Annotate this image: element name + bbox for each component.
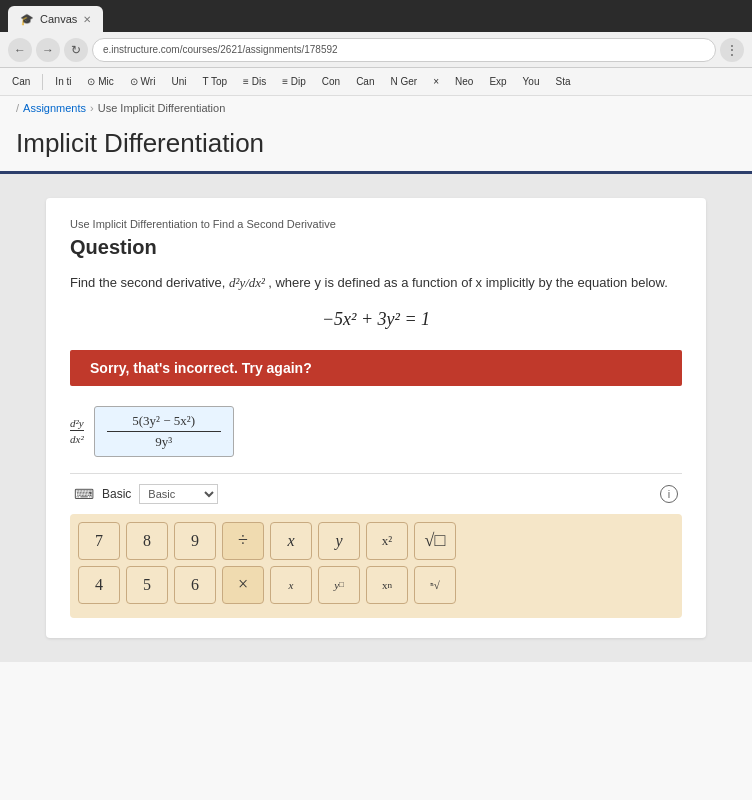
keyboard-type-dropdown[interactable]: Basic Advanced <box>139 484 218 504</box>
extensions-button[interactable]: ⋮ <box>720 38 744 62</box>
bookmark-sta[interactable]: Sta <box>551 74 574 89</box>
separator-1 <box>42 74 43 90</box>
keyboard-row-2: 4 5 6 × x y□ xn ⁿ√ <box>78 566 674 604</box>
key-7[interactable]: 7 <box>78 522 120 560</box>
bookmark-can2[interactable]: Can <box>352 74 378 89</box>
info-icon[interactable]: i <box>660 485 678 503</box>
key-5[interactable]: 5 <box>126 566 168 604</box>
tab-close-icon[interactable]: ✕ <box>83 14 91 25</box>
breadcrumb-sep-1: › <box>90 102 94 114</box>
bookmark-wri[interactable]: ⊙ Wri <box>126 74 160 89</box>
address-bar[interactable]: e.instructure.com/courses/2621/assignmen… <box>92 38 716 62</box>
key-9[interactable]: 9 <box>174 522 216 560</box>
math-keyboard: 7 8 9 ÷ x y x² √□ 4 5 6 × x <box>70 514 682 618</box>
equation-text: −5x² + 3y² = 1 <box>322 309 430 329</box>
instruction-text: Find the second derivative, <box>70 275 225 290</box>
bookmark-neo[interactable]: Neo <box>451 74 477 89</box>
content-card: Use Implicit Differentiation to Find a S… <box>46 198 706 638</box>
key-y-sub[interactable]: y□ <box>318 566 360 604</box>
bookmarks-bar: Can In ti ⊙ Mic ⊙ Wri Uni T Top ≡ Dis ≡ … <box>0 68 752 96</box>
tab-favicon: 🎓 <box>20 13 34 26</box>
error-message: Sorry, that's incorrect. Try again? <box>90 360 312 376</box>
main-content: Use Implicit Differentiation to Find a S… <box>0 174 752 662</box>
question-instruction: Find the second derivative, d²y/dx² , wh… <box>70 273 682 293</box>
key-nthroot[interactable]: ⁿ√ <box>414 566 456 604</box>
key-4[interactable]: 4 <box>78 566 120 604</box>
key-y[interactable]: y <box>318 522 360 560</box>
keyboard-selector: ⌨ Basic Basic Advanced i <box>70 484 682 504</box>
bookmark-can[interactable]: Can <box>8 74 34 89</box>
breadcrumb-assignments-link[interactable]: Assignments <box>23 102 86 114</box>
answer-numerator: 5(3y² − 5x²) <box>132 413 195 428</box>
bookmark-inti[interactable]: In ti <box>51 74 75 89</box>
back-button[interactable]: ← <box>8 38 32 62</box>
page-title-area: Implicit Differentiation <box>0 120 752 174</box>
derivative-notation-inline: d²y/dx² <box>229 275 268 290</box>
error-banner: Sorry, that's incorrect. Try again? <box>70 350 682 386</box>
keyboard-row-1: 7 8 9 ÷ x y x² √□ <box>78 522 674 560</box>
key-x-sub[interactable]: x <box>270 566 312 604</box>
forward-button[interactable]: → <box>36 38 60 62</box>
answer-area: d²y dx² 5(3y² − 5x²) 9y³ <box>70 406 682 457</box>
answer-input-box[interactable]: 5(3y² − 5x²) 9y³ <box>94 406 234 457</box>
key-x-squared[interactable]: x² <box>366 522 408 560</box>
key-sqrt[interactable]: √□ <box>414 522 456 560</box>
key-x[interactable]: x <box>270 522 312 560</box>
reload-button[interactable]: ↻ <box>64 38 88 62</box>
bookmark-exp[interactable]: Exp <box>485 74 510 89</box>
page-content: / Assignments › Use Implicit Differentia… <box>0 96 752 800</box>
bookmark-dip[interactable]: ≡ Dip <box>278 74 310 89</box>
key-divide[interactable]: ÷ <box>222 522 264 560</box>
math-equation: −5x² + 3y² = 1 <box>70 309 682 330</box>
keyboard-label: Basic <box>102 487 131 501</box>
bookmark-dis[interactable]: ≡ Dis <box>239 74 270 89</box>
key-8[interactable]: 8 <box>126 522 168 560</box>
question-section-label: Use Implicit Differentiation to Find a S… <box>70 218 682 230</box>
tab-bar: 🎓 Canvas ✕ <box>0 0 752 32</box>
url-text: e.instructure.com/courses/2621/assignmen… <box>103 44 338 55</box>
key-6[interactable]: 6 <box>174 566 216 604</box>
key-times[interactable]: × <box>222 566 264 604</box>
tab-label: Canvas <box>40 13 77 25</box>
bookmark-top[interactable]: T Top <box>198 74 231 89</box>
instruction-continuation: , where y is defined as a function of x … <box>268 275 668 290</box>
keyboard-icon: ⌨ <box>74 486 94 502</box>
key-x-n[interactable]: xn <box>366 566 408 604</box>
breadcrumb: / Assignments › Use Implicit Differentia… <box>0 96 752 120</box>
answer-math-display: 5(3y² − 5x²) 9y³ <box>107 413 221 450</box>
answer-denominator: 9y³ <box>155 434 172 449</box>
keyboard-area: ⌨ Basic Basic Advanced i 7 8 9 <box>70 473 682 618</box>
bookmark-ger[interactable]: N Ger <box>387 74 422 89</box>
breadcrumb-home-icon: / <box>16 102 19 114</box>
bookmark-x[interactable]: × <box>429 74 443 89</box>
active-tab[interactable]: 🎓 Canvas ✕ <box>8 6 103 32</box>
bookmark-mic[interactable]: ⊙ Mic <box>83 74 117 89</box>
breadcrumb-current: Use Implicit Differentiation <box>98 102 226 114</box>
bookmark-uni[interactable]: Uni <box>167 74 190 89</box>
info-symbol: i <box>668 488 670 500</box>
bookmark-you[interactable]: You <box>519 74 544 89</box>
answer-derivative-label: d²y dx² <box>70 415 84 447</box>
bookmark-con[interactable]: Con <box>318 74 344 89</box>
toolbar: ← → ↻ e.instructure.com/courses/2621/ass… <box>0 32 752 68</box>
question-title: Question <box>70 236 682 259</box>
page-title: Implicit Differentiation <box>16 128 736 159</box>
browser-chrome: 🎓 Canvas ✕ ← → ↻ e.instructure.com/cours… <box>0 0 752 96</box>
